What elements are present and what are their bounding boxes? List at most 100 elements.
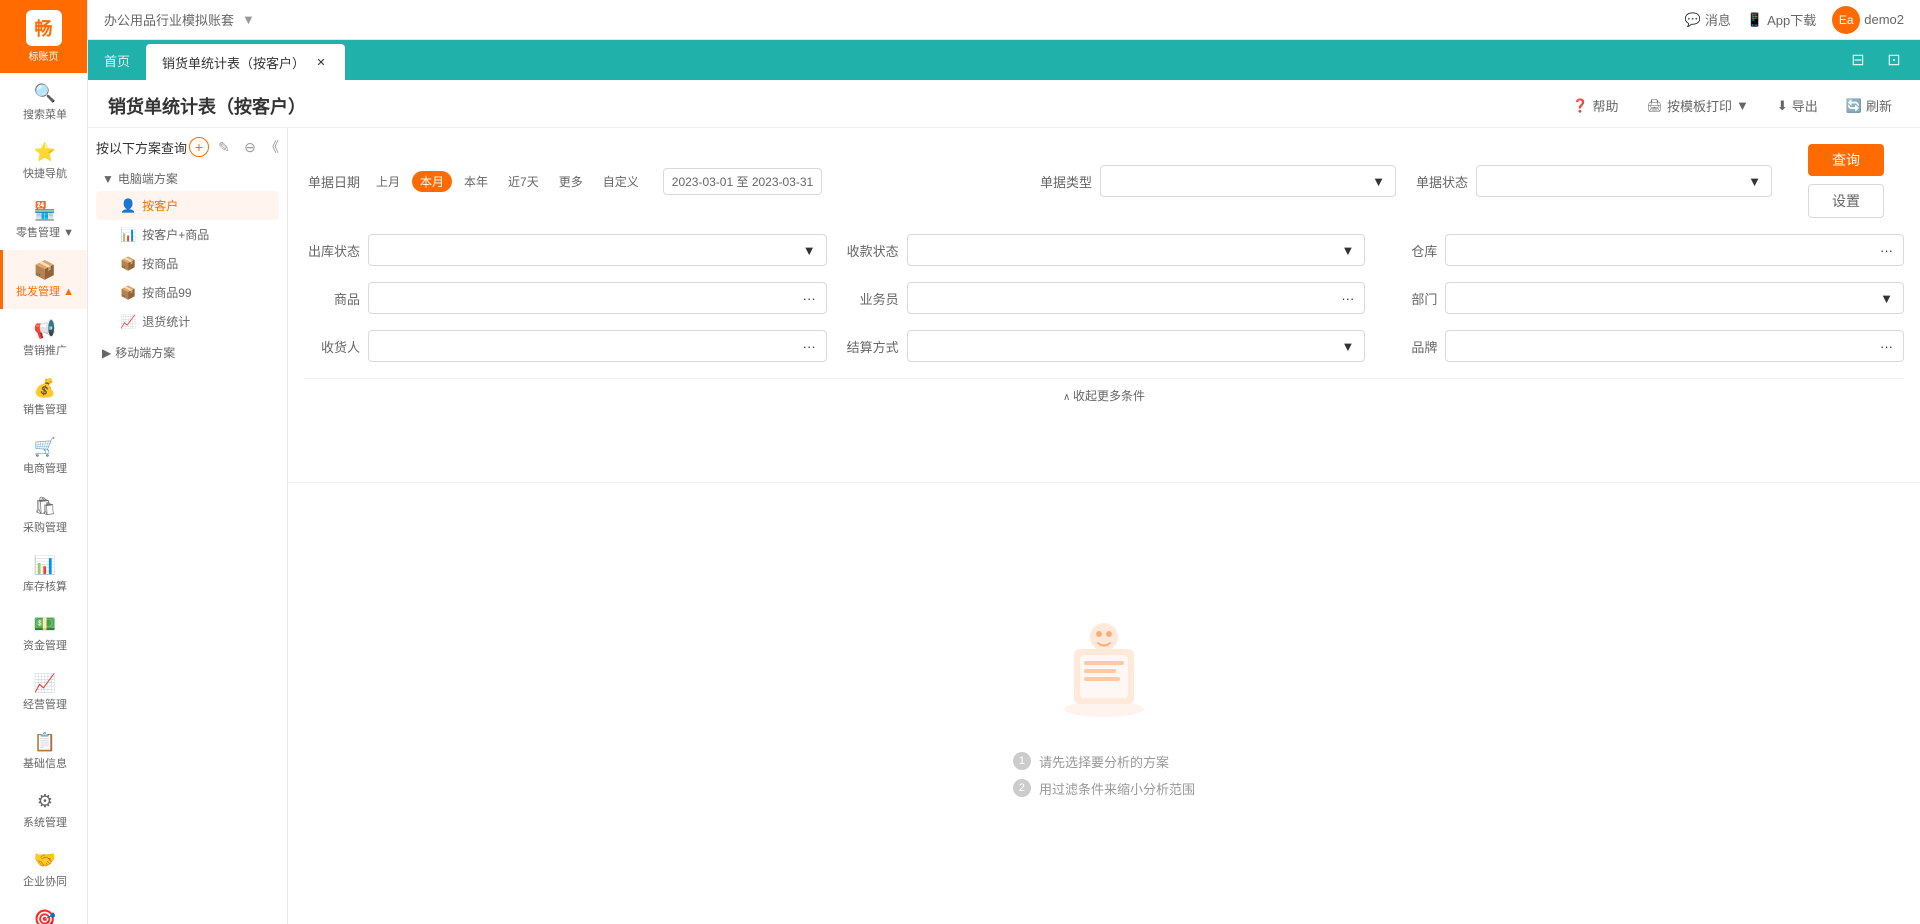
scheme-item-by-goods[interactable]: 📦 按商品 (96, 249, 279, 278)
sidebar-item-basic[interactable]: 📋 基础信息 (0, 722, 87, 781)
tab-maximize-btn[interactable]: ⊡ (1880, 46, 1908, 74)
sidebar-item-finance[interactable]: 💵 资金管理 (0, 604, 87, 663)
company-name: 办公用品行业模拟账套 (104, 10, 234, 29)
sidebar-item-purchase[interactable]: 🛍 采购管理 (0, 486, 87, 545)
filter-item-department: 部门 ▼ (1381, 282, 1904, 314)
return-stats-label: 退货统计 (142, 313, 190, 330)
scheme-item-by-goods-99[interactable]: 📦 按商品99 (96, 278, 279, 307)
type-dropdown[interactable]: ▼ (1100, 165, 1396, 197)
date-presets: 上月 本月 本年 近7天 更多 自定义 (368, 171, 647, 192)
sidebar-item-sales[interactable]: 💰 销售管理 (0, 368, 87, 427)
edit-scheme-btn[interactable]: ✎ (213, 136, 235, 158)
settlement-dropdown[interactable]: ▼ (907, 330, 1366, 362)
preset-this-month[interactable]: 本月 (412, 171, 452, 192)
by-customer-icon: 👤 (120, 198, 136, 214)
preset-more[interactable]: 更多 (551, 171, 591, 192)
dropdown-icon[interactable]: ▼ (242, 12, 255, 27)
quick-nav-icon: ⭐ (34, 142, 56, 163)
refresh-btn[interactable]: 🔄 刷新 (1838, 92, 1900, 119)
sidebar-item-wholesale[interactable]: 📦 批发管理 ▲ (0, 250, 87, 309)
basic-icon: 📋 (34, 732, 56, 753)
help-btn[interactable]: ❓ 帮助 (1564, 92, 1626, 119)
tip-num-2: 2 (1013, 779, 1031, 797)
date-range-display[interactable]: 2023-03-01 至 2023-03-31 (663, 168, 822, 195)
preset-7days[interactable]: 近7天 (500, 171, 547, 192)
user-avatar: Ea (1832, 6, 1860, 34)
sidebar-item-quick-nav[interactable]: ⭐ 快捷导航 (0, 132, 87, 191)
preset-custom[interactable]: 自定义 (595, 171, 647, 192)
scheme-group-header-mobile[interactable]: ▶ 移动端方案 (96, 340, 279, 365)
sidebar-item-search[interactable]: 🔍 搜索菜单 (0, 73, 87, 132)
tip-text-2: 用过滤条件来缩小分析范围 (1039, 779, 1195, 798)
export-btn[interactable]: ⬇ 导出 (1769, 92, 1826, 119)
message-icon: 💬 (1685, 12, 1701, 28)
sidebar-item-newbie[interactable]: 🎯 新手引导 (0, 899, 87, 924)
user-area[interactable]: Ea demo2 (1832, 6, 1904, 34)
sidebar-item-retail[interactable]: 🏪 零售管理 ▼ (0, 191, 87, 250)
app-download-btn[interactable]: 📱 App下载 (1747, 10, 1816, 29)
department-dropdown[interactable]: ▼ (1445, 282, 1904, 314)
by-goods-99-label: 按商品99 (142, 284, 191, 301)
content-body: 按以下方案查询 + ✎ ⊖ 《 ▼ 电脑端方案 👤 (88, 128, 1920, 924)
retail-icon: 🏪 (34, 201, 56, 222)
sidebar-label-purchase: 采购管理 (23, 519, 67, 535)
scheme-item-by-customer-goods[interactable]: 📊 按客户+商品 (96, 220, 279, 249)
logo-text: 标账页 (29, 48, 59, 63)
print-btn[interactable]: 🖨 按模板打印 ▼ (1638, 92, 1756, 119)
tab-home[interactable]: 首页 (88, 40, 146, 80)
settings-button[interactable]: 设置 (1808, 184, 1884, 218)
sidebar-item-marketing[interactable]: 📢 营销推广 (0, 309, 87, 368)
logo-char: 畅 (35, 15, 53, 41)
out-status-label: 出库状态 (304, 241, 360, 260)
collapse-label: 收起更多条件 (1073, 389, 1145, 403)
tab-sales-report-label: 销货单统计表（按客户） (162, 53, 305, 72)
pay-status-label: 收款状态 (843, 241, 899, 260)
preset-last-month[interactable]: 上月 (368, 171, 408, 192)
username: demo2 (1864, 12, 1904, 27)
mobile-group-label: 移动端方案 (115, 344, 175, 361)
collapse-more-btn[interactable]: ∧ 收起更多条件 (304, 378, 1904, 412)
collapse-scheme-btn[interactable]: 《 (265, 137, 279, 157)
sidebar-item-inventory[interactable]: 📊 库存核算 (0, 545, 87, 604)
receiver-input[interactable]: ··· (368, 330, 827, 362)
date-label: 单据日期 (304, 172, 360, 191)
status-dropdown[interactable]: ▼ (1476, 165, 1772, 197)
scheme-item-by-customer[interactable]: 👤 按客户 (96, 191, 279, 220)
query-button[interactable]: 查询 (1808, 144, 1884, 176)
by-customer-goods-label: 按客户+商品 (142, 226, 209, 243)
status-label: 单据状态 (1412, 172, 1468, 191)
filter-item-warehouse: 仓库 ··· (1381, 234, 1904, 266)
out-status-dropdown[interactable]: ▼ (368, 234, 827, 266)
preset-this-year[interactable]: 本年 (456, 171, 496, 192)
tab-close-icon[interactable]: ✕ (313, 54, 329, 70)
message-label: 消息 (1705, 10, 1731, 29)
print-icon: 🖨 (1646, 98, 1663, 114)
delete-scheme-btn[interactable]: ⊖ (239, 136, 261, 158)
tab-sales-report[interactable]: 销货单统计表（按客户） ✕ (146, 44, 345, 80)
sidebar-label-company: 企业协同 (23, 873, 67, 889)
sidebar-item-system[interactable]: ⚙ 系统管理 (0, 781, 87, 840)
filter-item-date: 单据日期 上月 本月 本年 近7天 更多 自定义 2023-03-01 至 20… (304, 168, 1020, 195)
brand-input[interactable]: ··· (1445, 330, 1904, 362)
sidebar-item-ops[interactable]: 📈 经营管理 (0, 663, 87, 722)
sidebar-item-company[interactable]: 🤝 企业协同 (0, 840, 87, 899)
scheme-group-header-desktop[interactable]: ▼ 电脑端方案 (96, 166, 279, 191)
sidebar: 畅 标账页 🔍 搜索菜单 ⭐ 快捷导航 🏪 零售管理 ▼ 📦 批发管理 ▲ 📢 … (0, 0, 88, 924)
sidebar-item-ecommerce[interactable]: 🛒 电商管理 (0, 427, 87, 486)
warehouse-input[interactable]: ··· (1445, 234, 1904, 266)
logo-area: 畅 标账页 (0, 0, 87, 73)
salesperson-ellipsis-icon: ··· (1341, 291, 1354, 306)
tab-minimize-btn[interactable]: ⊟ (1844, 46, 1872, 74)
salesperson-input[interactable]: ··· (907, 282, 1366, 314)
main-area: 办公用品行业模拟账套 ▼ 💬 消息 📱 App下载 Ea demo2 首页 (88, 0, 1920, 924)
filter-row-1: 单据日期 上月 本月 本年 近7天 更多 自定义 2023-03-01 至 20… (304, 144, 1904, 218)
help-label: 帮助 (1592, 96, 1618, 115)
goods-input[interactable]: ··· (368, 282, 827, 314)
message-btn[interactable]: 💬 消息 (1685, 10, 1731, 29)
sidebar-label-ecommerce: 电商管理 (23, 460, 67, 476)
scheme-item-return-stats[interactable]: 📈 退货统计 (96, 307, 279, 336)
pay-status-dropdown[interactable]: ▼ (907, 234, 1366, 266)
by-customer-goods-icon: 📊 (120, 227, 136, 243)
add-scheme-btn[interactable]: + (189, 137, 209, 157)
filter-item-pay-status: 收款状态 ▼ (843, 234, 1366, 266)
